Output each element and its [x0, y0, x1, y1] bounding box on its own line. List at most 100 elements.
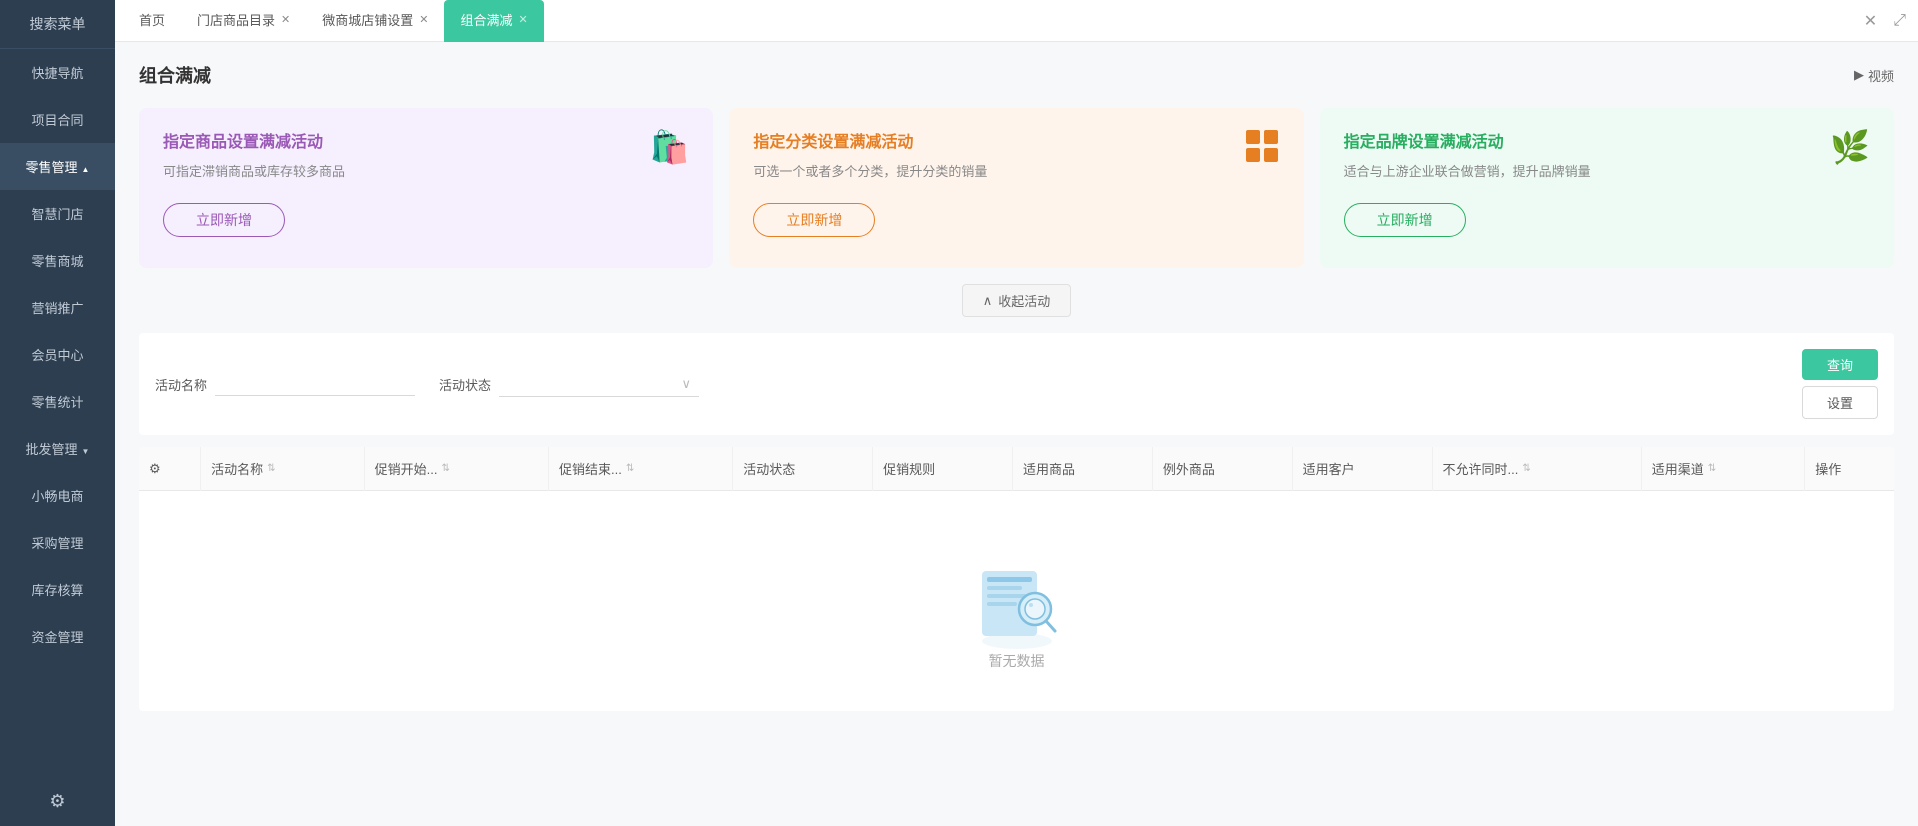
filter-activity-name: 活动名称: [155, 372, 415, 396]
page-title: 组合满减: [139, 62, 211, 88]
cards-row: 指定商品设置满减活动 可指定滞销商品或库存较多商品 🛍️ 立即新增 指定分类设置…: [139, 108, 1894, 268]
th-operation-label: 操作: [1815, 462, 1841, 477]
th-promo-start-label: 促销开始...: [375, 459, 438, 478]
th-applicable-channel[interactable]: 适用渠道 ⇅: [1641, 447, 1805, 491]
table-container: ⚙ 活动名称 ⇅ 促销开始... ⇅: [139, 447, 1894, 711]
sort-icon-applicable-channel: ⇅: [1708, 463, 1716, 474]
activity-name-input[interactable]: [215, 372, 415, 396]
sidebar-search[interactable]: 搜索菜单: [0, 0, 115, 49]
sidebar-settings[interactable]: ⚙: [0, 777, 115, 826]
card-brand-icon: 🌿: [1830, 128, 1870, 166]
collapse-btn-label: 收起活动: [998, 291, 1050, 310]
video-label: 视频: [1868, 66, 1894, 85]
sidebar-item-wholesale-mgmt[interactable]: 批发管理: [0, 425, 115, 472]
sidebar-item-smart-store[interactable]: 智慧门店: [0, 190, 115, 237]
card-category-desc: 可选一个或者多个分类，提升分类的销量: [753, 162, 1279, 183]
th-settings[interactable]: ⚙: [139, 447, 201, 491]
chevron-down-icon: ∨: [682, 376, 692, 392]
th-applicable-channel-label: 适用渠道: [1652, 459, 1704, 478]
tab-close-combo-discount[interactable]: ✕: [519, 13, 528, 26]
sidebar-item-xiaochangec[interactable]: 小畅电商: [0, 472, 115, 519]
th-activity-name[interactable]: 活动名称 ⇅: [201, 447, 365, 491]
card-product-title: 指定商品设置满减活动: [163, 128, 689, 152]
card-product: 指定商品设置满减活动 可指定滞销商品或库存较多商品 🛍️ 立即新增: [139, 108, 713, 268]
th-activity-status-label: 活动状态: [743, 462, 795, 477]
filter-activity-status-label: 活动状态: [439, 375, 491, 394]
th-promo-end[interactable]: 促销结束... ⇅: [548, 447, 732, 491]
th-applicable-customer: 适用客户: [1292, 447, 1432, 491]
empty-text: 暂无数据: [989, 651, 1045, 671]
video-link[interactable]: ▶ 视频: [1854, 66, 1894, 85]
th-applicable-customer-label: 适用客户: [1303, 462, 1355, 477]
activities-table: ⚙ 活动名称 ⇅ 促销开始... ⇅: [139, 447, 1894, 711]
th-applicable-goods: 适用商品: [1012, 447, 1152, 491]
th-promo-end-label: 促销结束...: [559, 459, 622, 478]
card-category-btn[interactable]: 立即新增: [753, 203, 875, 237]
gear-icon: ⚙: [49, 791, 65, 811]
collapse-bar: ∧ 收起活动: [139, 284, 1894, 317]
table-header-row: ⚙ 活动名称 ⇅ 促销开始... ⇅: [139, 447, 1894, 491]
empty-state-row: 暂无数据: [139, 491, 1894, 712]
collapse-chevron-icon: ∧: [983, 293, 993, 309]
sidebar-item-retail-stats[interactable]: 零售统计: [0, 378, 115, 425]
video-play-icon: ▶: [1854, 67, 1864, 83]
card-brand-desc: 适合与上游企业联合做营销，提升品牌销量: [1344, 162, 1870, 183]
sidebar-item-retail-mall[interactable]: 零售商城: [0, 237, 115, 284]
th-no-same-time-label: 不允许同时...: [1443, 459, 1519, 478]
collapse-activities-btn[interactable]: ∧ 收起活动: [962, 284, 1072, 317]
th-applicable-goods-label: 适用商品: [1023, 462, 1075, 477]
card-product-btn[interactable]: 立即新增: [163, 203, 285, 237]
page-header: 组合满减 ▶ 视频: [139, 62, 1894, 88]
sidebar-item-inventory[interactable]: 库存核算: [0, 566, 115, 613]
filter-activity-status: 活动状态 ∨: [439, 372, 699, 397]
th-operation: 操作: [1805, 447, 1894, 491]
activity-status-select[interactable]: ∨: [499, 372, 699, 397]
empty-state: 暂无数据: [139, 491, 1894, 711]
th-promo-start[interactable]: 促销开始... ⇅: [364, 447, 548, 491]
sort-icon-promo-start: ⇅: [442, 463, 450, 474]
tab-wechat-store[interactable]: 微商城店铺设置 ✕: [306, 0, 444, 42]
card-category-title: 指定分类设置满减活动: [753, 128, 1279, 152]
card-product-desc: 可指定滞销商品或库存较多商品: [163, 162, 689, 183]
query-button[interactable]: 查询: [1802, 349, 1878, 380]
card-category: 指定分类设置满减活动 可选一个或者多个分类，提升分类的销量 立即新增: [729, 108, 1303, 268]
tab-combo-discount[interactable]: 组合满减 ✕: [444, 0, 543, 42]
th-no-same-time[interactable]: 不允许同时... ⇅: [1432, 447, 1641, 491]
sidebar-item-retail-mgmt[interactable]: 零售管理: [0, 143, 115, 190]
content-area: 组合满减 ▶ 视频 指定商品设置满减活动 可指定滞销商品或库存较多商品 🛍️ 立…: [115, 42, 1918, 826]
sidebar-item-capital-mgmt[interactable]: 资金管理: [0, 613, 115, 660]
window-close-btn[interactable]: ✕: [1860, 11, 1881, 31]
tab-bar: 首页 门店商品目录 ✕ 微商城店铺设置 ✕ 组合满减 ✕ ✕ ⤢: [115, 0, 1918, 42]
settings-icon: ⚙: [149, 461, 161, 476]
tab-home[interactable]: 首页: [123, 0, 181, 42]
sidebar-item-project-contract[interactable]: 项目合同: [0, 96, 115, 143]
card-category-icon: [1244, 128, 1280, 172]
tab-bar-right: ✕ ⤢: [1860, 11, 1910, 31]
th-promo-rule: 促销规则: [873, 447, 1013, 491]
filter-actions: 查询 设置: [1802, 349, 1878, 419]
tab-store-catalog[interactable]: 门店商品目录 ✕: [181, 0, 306, 42]
card-brand-title: 指定品牌设置满减活动: [1344, 128, 1870, 152]
th-promo-rule-label: 促销规则: [883, 462, 935, 477]
th-activity-status: 活动状态: [733, 447, 873, 491]
th-activity-name-label: 活动名称: [211, 459, 263, 478]
tab-close-wechat-store[interactable]: ✕: [419, 13, 428, 26]
sidebar-item-quick-nav[interactable]: 快捷导航: [0, 49, 115, 96]
th-exception-goods: 例外商品: [1152, 447, 1292, 491]
window-maximize-btn[interactable]: ⤢: [1889, 12, 1910, 30]
sidebar: 搜索菜单 快捷导航 项目合同 零售管理 智慧门店 零售商城 营销推广 会员中心 …: [0, 0, 115, 826]
sort-icon-no-same-time: ⇅: [1522, 463, 1530, 474]
sidebar-item-marketing[interactable]: 营销推广: [0, 284, 115, 331]
setting-button[interactable]: 设置: [1802, 386, 1878, 419]
filter-row: 活动名称 活动状态 ∨ 查询 设置: [139, 333, 1894, 435]
card-product-icon: 🛍️: [649, 128, 689, 166]
tab-close-store-catalog[interactable]: ✕: [281, 13, 290, 26]
sort-icon-activity-name: ⇅: [267, 463, 275, 474]
card-brand: 指定品牌设置满减活动 适合与上游企业联合做营销，提升品牌销量 🌿 立即新增: [1320, 108, 1894, 268]
table-body: 暂无数据: [139, 491, 1894, 712]
sidebar-item-purchase-mgmt[interactable]: 采购管理: [0, 519, 115, 566]
main-area: 首页 门店商品目录 ✕ 微商城店铺设置 ✕ 组合满减 ✕ ✕ ⤢ 组合满减 ▶ …: [115, 0, 1918, 826]
sidebar-item-member-center[interactable]: 会员中心: [0, 331, 115, 378]
sort-icon-promo-end: ⇅: [626, 463, 634, 474]
card-brand-btn[interactable]: 立即新增: [1344, 203, 1466, 237]
